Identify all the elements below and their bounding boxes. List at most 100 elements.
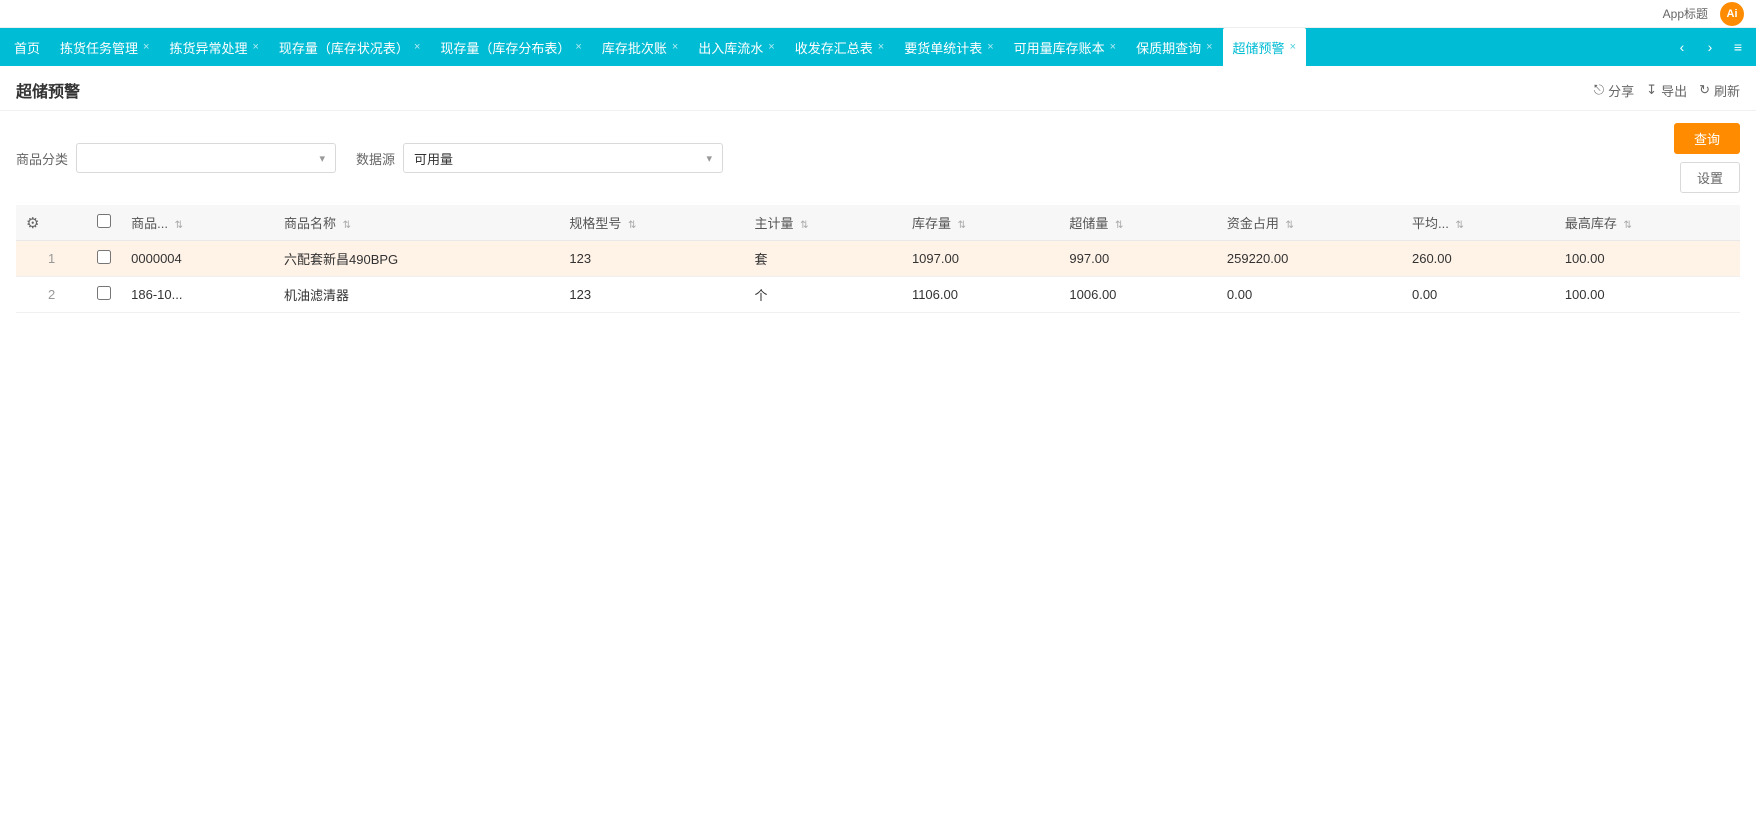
refresh-icon: ↻ (1699, 82, 1710, 98)
col-capital-header[interactable]: 资金占用 ⇅ (1217, 205, 1402, 241)
query-button[interactable]: 查询 (1674, 123, 1740, 154)
left-arrow-button[interactable]: ‹ (1668, 28, 1696, 66)
sort-icon2: ⇅ (343, 220, 351, 231)
close-icon[interactable]: × (672, 41, 678, 53)
close-icon[interactable]: × (1290, 41, 1296, 53)
nav-item-flow[interactable]: 出入库流水× (688, 28, 784, 66)
row-number: 1 (16, 241, 87, 277)
nav-item-inventory-status[interactable]: 现存量（库存状况表）× (269, 28, 430, 66)
category-label: 商品分类 (16, 149, 68, 168)
nav-item-order-stat[interactable]: 要货单统计表× (894, 28, 1003, 66)
row-checkbox[interactable] (97, 250, 111, 264)
close-icon[interactable]: × (252, 41, 258, 53)
row-stock: 1106.00 (902, 277, 1059, 313)
close-icon[interactable]: × (878, 41, 884, 53)
row-code: 186-10... (121, 277, 274, 313)
nav-item-collect[interactable]: 收发存汇总表× (785, 28, 894, 66)
right-arrow-button[interactable]: › (1696, 28, 1724, 66)
row-checkbox[interactable] (97, 286, 111, 300)
col-maxstock-header[interactable]: 最高库存 ⇅ (1555, 205, 1740, 241)
settings-button[interactable]: 设置 (1680, 162, 1740, 193)
sort-icon6: ⇅ (1115, 220, 1123, 231)
header-actions: ⎋ 分享 ↧ 导出 ↻ 刷新 (1594, 81, 1740, 100)
close-icon[interactable]: × (575, 41, 581, 53)
row-checkbox-cell (87, 277, 121, 313)
data-table: ⚙ 商品... ⇅ 商品名称 ⇅ 规格型号 ⇅ (16, 205, 1740, 313)
page-container: 超储预警 ⎋ 分享 ↧ 导出 ↻ 刷新 商品分类 ▾ 数据源 (0, 66, 1756, 828)
row-capital: 259220.00 (1217, 241, 1402, 277)
category-select[interactable]: ▾ (76, 143, 336, 173)
select-all-checkbox[interactable] (97, 214, 111, 228)
top-bar: App标题 Ai (0, 0, 1756, 28)
close-icon[interactable]: × (987, 41, 993, 53)
row-code: 0000004 (121, 241, 274, 277)
page-title: 超储预警 (16, 78, 80, 102)
col-overstock-header[interactable]: 超储量 ⇅ (1059, 205, 1216, 241)
sort-icon7: ⇅ (1286, 220, 1294, 231)
col-avg-header[interactable]: 平均... ⇅ (1402, 205, 1555, 241)
row-capital: 0.00 (1217, 277, 1402, 313)
nav-item-quality[interactable]: 保质期查询× (1126, 28, 1222, 66)
nav-item-overstock[interactable]: 超储预警× (1223, 28, 1306, 66)
nav-item-abnormal[interactable]: 拣货异常处理× (159, 28, 268, 66)
sort-icon: ⇅ (175, 220, 183, 231)
row-overstock: 997.00 (1059, 241, 1216, 277)
datasource-label: 数据源 (356, 149, 395, 168)
chevron-down-icon2: ▾ (707, 152, 713, 165)
close-icon[interactable]: × (143, 41, 149, 53)
share-icon: ⎋ (1594, 82, 1604, 98)
table-body: 1 0000004 六配套新昌490BPG 123 套 1097.00 997.… (16, 241, 1740, 313)
sort-icon8: ⇅ (1455, 220, 1463, 231)
row-spec: 123 (559, 241, 744, 277)
nav-arrows: ‹›≡ (1668, 28, 1752, 66)
table-row: 2 186-10... 机油滤清器 123 个 1106.00 1006.00 … (16, 277, 1740, 313)
col-spec-header[interactable]: 规格型号 ⇅ (559, 205, 744, 241)
datasource-value: 可用量 (414, 149, 453, 168)
top-bar-actions: App标题 Ai (1663, 2, 1744, 26)
col-name-header[interactable]: 商品名称 ⇅ (274, 205, 559, 241)
col-code-header[interactable]: 商品... ⇅ (121, 205, 274, 241)
row-unit: 个 (744, 277, 901, 313)
col-settings: ⚙ (16, 205, 87, 241)
datasource-filter-group: 数据源 可用量 ▾ (356, 143, 723, 173)
filter-right-actions: 查询 设置 (1674, 123, 1740, 193)
close-icon[interactable]: × (1206, 41, 1212, 53)
avatar[interactable]: Ai (1720, 2, 1744, 26)
nav-item-usable[interactable]: 可用量库存账本× (1004, 28, 1126, 66)
row-overstock: 1006.00 (1059, 277, 1216, 313)
nav-item-home[interactable]: 首页 (4, 28, 50, 66)
share-button[interactable]: ⎋ 分享 (1594, 81, 1634, 100)
nav-item-batch[interactable]: 库存批次账× (592, 28, 688, 66)
sort-icon4: ⇅ (800, 220, 808, 231)
export-icon: ↧ (1646, 82, 1657, 98)
row-maxstock: 100.00 (1555, 277, 1740, 313)
chevron-down-icon: ▾ (319, 152, 325, 165)
close-icon[interactable]: × (414, 41, 420, 53)
row-name: 机油滤清器 (274, 277, 559, 313)
datasource-select[interactable]: 可用量 ▾ (403, 143, 723, 173)
row-avg: 0.00 (1402, 277, 1555, 313)
row-spec: 123 (559, 277, 744, 313)
table-container: ⚙ 商品... ⇅ 商品名称 ⇅ 规格型号 ⇅ (0, 205, 1756, 313)
sort-icon5: ⇅ (958, 220, 966, 231)
nav-bar: 首页拣货任务管理×拣货异常处理×现存量（库存状况表）×现存量（库存分布表）×库存… (0, 28, 1756, 66)
nav-item-task[interactable]: 拣货任务管理× (50, 28, 159, 66)
gear-icon[interactable]: ⚙ (26, 215, 39, 232)
col-unit-header[interactable]: 主计量 ⇅ (744, 205, 901, 241)
menu-arrow-button[interactable]: ≡ (1724, 28, 1752, 66)
close-icon[interactable]: × (1110, 41, 1116, 53)
table-header: ⚙ 商品... ⇅ 商品名称 ⇅ 规格型号 ⇅ (16, 205, 1740, 241)
row-name: 六配套新昌490BPG (274, 241, 559, 277)
col-stock-header[interactable]: 库存量 ⇅ (902, 205, 1059, 241)
row-number: 2 (16, 277, 87, 313)
table-row: 1 0000004 六配套新昌490BPG 123 套 1097.00 997.… (16, 241, 1740, 277)
export-button[interactable]: ↧ 导出 (1646, 81, 1687, 100)
row-stock: 1097.00 (902, 241, 1059, 277)
row-maxstock: 100.00 (1555, 241, 1740, 277)
row-checkbox-cell (87, 241, 121, 277)
row-unit: 套 (744, 241, 901, 277)
col-checkbox-header (87, 205, 121, 241)
nav-item-inventory-dist[interactable]: 现存量（库存分布表）× (430, 28, 591, 66)
refresh-button[interactable]: ↻ 刷新 (1699, 81, 1740, 100)
close-icon[interactable]: × (768, 41, 774, 53)
